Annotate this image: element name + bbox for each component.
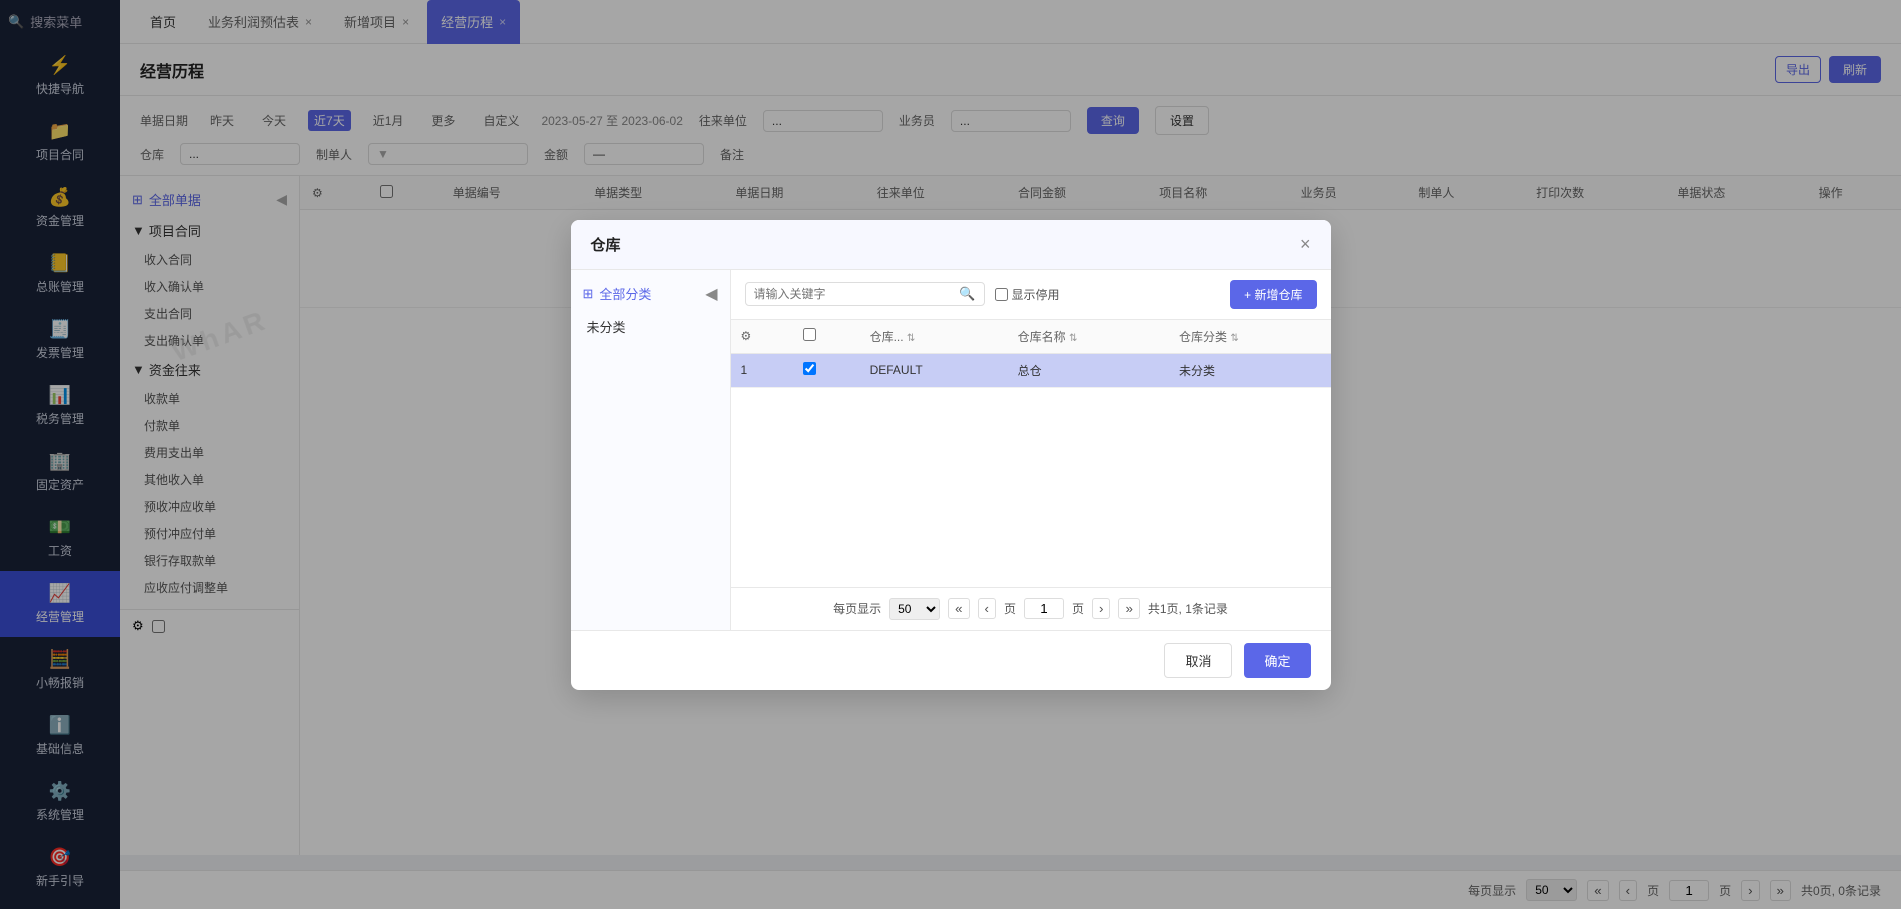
uncategorized-label: 未分类 bbox=[587, 320, 626, 335]
row-select-checkbox[interactable] bbox=[803, 362, 816, 375]
modal-title: 仓库 bbox=[591, 234, 621, 255]
col-name-label: 仓库名称 bbox=[1018, 330, 1066, 344]
modal-right-panel: 🔍 显示停用 + 新增仓库 ⚙ bbox=[731, 270, 1331, 630]
sort-icon-code: ⇅ bbox=[907, 333, 915, 344]
col-code-label: 仓库... bbox=[870, 330, 904, 344]
modal-last-btn[interactable]: » bbox=[1118, 598, 1139, 619]
modal-collapse-btn[interactable]: ◀ bbox=[705, 284, 717, 304]
modal-per-page-label: 每页显示 bbox=[833, 600, 881, 617]
modal-all-categories-label: 全部分类 bbox=[599, 284, 651, 303]
modal-table: ⚙ 仓库... ⇅ 仓库名称 bbox=[731, 320, 1331, 388]
modal-page-label: 页 bbox=[1004, 600, 1016, 617]
modal-left-panel: ⊞ 全部分类 ◀ 未分类 bbox=[571, 270, 731, 630]
modal-col-name: 仓库名称 ⇅ bbox=[1008, 320, 1169, 354]
sort-icon-name: ⇅ bbox=[1069, 333, 1077, 344]
modal-footer-actions: 取消 确定 bbox=[571, 630, 1331, 690]
sort-icon-category: ⇅ bbox=[1230, 333, 1238, 344]
modal-search-wrap[interactable]: 🔍 bbox=[745, 282, 985, 306]
modal-first-btn[interactable]: « bbox=[948, 598, 969, 619]
modal-confirm-btn[interactable]: 确定 bbox=[1244, 643, 1310, 678]
modal-col-settings[interactable]: ⚙ bbox=[731, 320, 793, 354]
modal-header: 仓库 × bbox=[571, 220, 1331, 270]
row-code: DEFAULT bbox=[860, 353, 1008, 387]
modal-search-icon: 🔍 bbox=[959, 286, 975, 302]
row-name: 总仓 bbox=[1008, 353, 1169, 387]
row-num: 1 bbox=[731, 353, 793, 387]
modal-table-row[interactable]: 1 DEFAULT 总仓 未分类 bbox=[731, 353, 1331, 387]
modal-per-page-select[interactable]: 50 100 bbox=[889, 598, 940, 620]
row-checkbox[interactable] bbox=[793, 353, 860, 387]
modal-overlay: 仓库 × ⊞ 全部分类 ◀ 未分类 bbox=[0, 0, 1901, 909]
row-category: 未分类 bbox=[1169, 353, 1330, 387]
modal-title-text: 仓库 bbox=[591, 234, 621, 255]
modal-col-code: 仓库... ⇅ bbox=[860, 320, 1008, 354]
show-disabled-text: 显示停用 bbox=[1012, 286, 1060, 303]
show-disabled-checkbox[interactable] bbox=[995, 288, 1008, 301]
modal-table-wrap: ⚙ 仓库... ⇅ 仓库名称 bbox=[731, 320, 1331, 587]
modal-pagination: 每页显示 50 100 « ‹ 页 页 › » 共1页, 1条记录 bbox=[731, 587, 1331, 630]
modal-grid-icon: ⊞ bbox=[583, 286, 594, 302]
modal-total-info: 共1页, 1条记录 bbox=[1148, 600, 1228, 617]
modal-col-category: 仓库分类 ⇅ bbox=[1169, 320, 1330, 354]
modal-page-input[interactable] bbox=[1024, 598, 1064, 619]
modal-select-all[interactable] bbox=[803, 328, 816, 341]
show-disabled-label[interactable]: 显示停用 bbox=[995, 286, 1060, 303]
modal-body: ⊞ 全部分类 ◀ 未分类 🔍 显示停用 bbox=[571, 270, 1331, 630]
warehouse-modal: 仓库 × ⊞ 全部分类 ◀ 未分类 bbox=[571, 220, 1331, 690]
add-warehouse-btn[interactable]: + 新增仓库 bbox=[1230, 280, 1316, 309]
modal-cancel-btn[interactable]: 取消 bbox=[1164, 643, 1232, 678]
modal-settings-icon: ⚙ bbox=[741, 329, 752, 343]
modal-toolbar: 🔍 显示停用 + 新增仓库 bbox=[731, 270, 1331, 320]
modal-all-categories[interactable]: ⊞ 全部分类 ◀ bbox=[571, 278, 730, 310]
modal-col-checkbox bbox=[793, 320, 860, 354]
modal-prev-btn[interactable]: ‹ bbox=[978, 598, 996, 619]
col-category-label: 仓库分类 bbox=[1179, 330, 1227, 344]
modal-search-input[interactable] bbox=[754, 287, 956, 301]
modal-category-uncategorized[interactable]: 未分类 bbox=[571, 310, 730, 343]
modal-next-btn[interactable]: › bbox=[1092, 598, 1110, 619]
modal-close-btn[interactable]: × bbox=[1300, 234, 1311, 255]
modal-page-label-2: 页 bbox=[1072, 600, 1084, 617]
